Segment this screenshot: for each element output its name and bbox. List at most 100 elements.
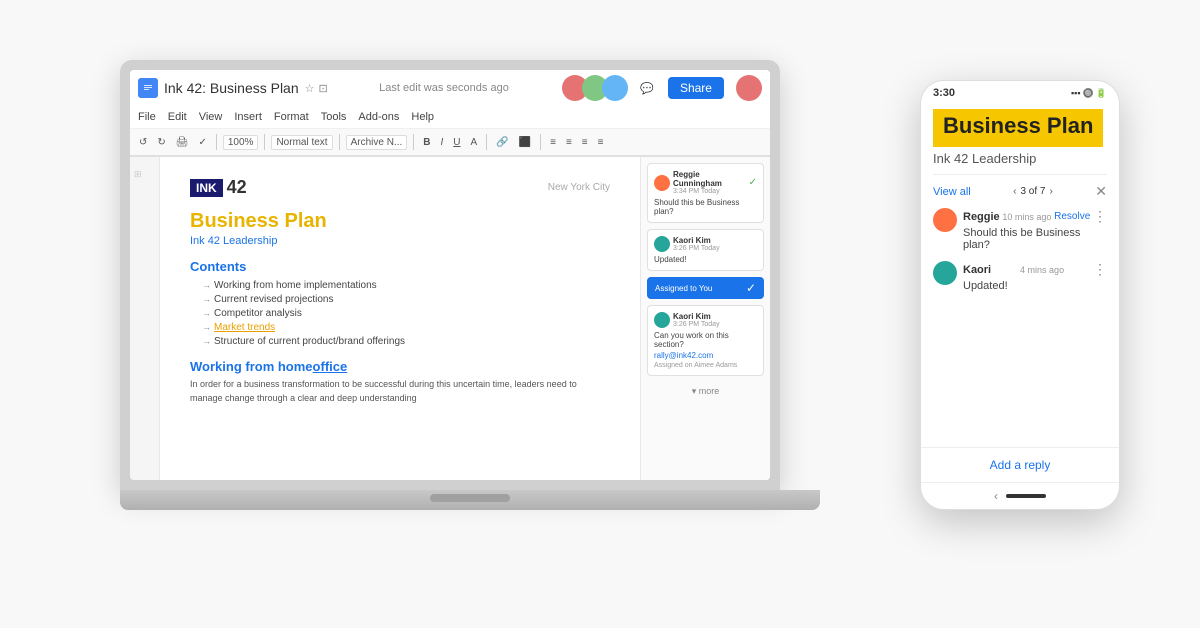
comment-author-1: Reggie Cunningham (673, 170, 746, 188)
redo-btn[interactable]: ↻ (154, 136, 168, 149)
doc-page[interactable]: INK 42 New York City Business Plan Ink 4… (160, 157, 640, 480)
battery-icon: 🔋 (1096, 88, 1107, 99)
phone-comment-text-1: Should this be Business plan? (963, 227, 1107, 251)
menu-addons[interactable]: Add-ons (358, 111, 399, 123)
phone-reply-btn[interactable]: Add a reply (990, 458, 1051, 472)
laptop-screen-border: Ink 42: Business Plan ☆ ⊡ Last edit was … (120, 60, 780, 490)
doc-body-text: In order for a business transformation t… (190, 378, 610, 405)
menu-file[interactable]: File (138, 111, 156, 123)
nav-next-icon[interactable]: › (1050, 186, 1053, 197)
separator-2 (264, 134, 265, 150)
phone-status-bar: 3:30 ▪▪▪ 🔘 🔋 (921, 81, 1119, 101)
laptop: Ink 42: Business Plan ☆ ⊡ Last edit was … (120, 60, 820, 550)
laptop-base (120, 490, 820, 510)
move-icon[interactable]: ⊡ (319, 82, 328, 95)
image-btn[interactable]: ⬛ (516, 136, 534, 149)
assigned-comment-avatar (654, 312, 670, 328)
nav-prev-icon[interactable]: ‹ (1013, 186, 1016, 197)
signal-icon: ▪▪▪ (1071, 88, 1081, 98)
underline-btn[interactable]: U (450, 136, 463, 149)
ink-city: New York City (548, 182, 610, 193)
color-btn[interactable]: A (468, 136, 481, 149)
doc-subtitle: Ink 42 Leadership (190, 235, 610, 247)
comment-avatar-2 (654, 236, 670, 252)
google-docs-icon (138, 78, 158, 98)
print-btn[interactable]: 🖨 (173, 136, 192, 149)
assigned-comment-time: 3:26 PM Today (673, 321, 720, 328)
style-select[interactable]: Normal text (271, 135, 332, 150)
phone-view-all[interactable]: View all (933, 186, 971, 198)
docs-menu-bar: File Edit View Insert Format Tools Add-o… (130, 106, 770, 128)
undo-btn[interactable]: ↺ (136, 136, 150, 149)
menu-help[interactable]: Help (411, 111, 434, 123)
menu-tools[interactable]: Tools (321, 111, 347, 123)
phone-time: 3:30 (933, 87, 955, 99)
ink-logo: INK 42 New York City (190, 177, 610, 198)
phone: 3:30 ▪▪▪ 🔘 🔋 Business Plan Ink 42 Leader… (920, 80, 1120, 510)
phone-comment-author-1: Reggie (963, 211, 1000, 223)
menu-edit[interactable]: Edit (168, 111, 187, 123)
align-right-btn[interactable]: ≡ (579, 136, 591, 149)
menu-insert[interactable]: Insert (234, 111, 262, 123)
justify-btn[interactable]: ≡ (595, 136, 607, 149)
font-select[interactable]: Archive N... (346, 135, 408, 150)
doc-sidebar: ⊞ (130, 157, 160, 480)
list-item: Working from home implementations (202, 280, 610, 291)
phone-comment-author-2: Kaori (963, 264, 991, 276)
menu-view[interactable]: View (199, 111, 223, 123)
comment-header-2: Kaori Kim 3:26 PM Today (654, 236, 757, 252)
phone-comment-header-2: Kaori 4 mins ago ⋮ (963, 261, 1107, 278)
align-left-btn[interactable]: ≡ (547, 136, 559, 149)
phone-comment-menu-1[interactable]: ⋮ (1093, 208, 1107, 225)
phone-doc-subtitle: Ink 42 Leadership (933, 151, 1107, 166)
separator-1 (216, 134, 217, 150)
ink-badge: INK (190, 179, 223, 197)
phone-nav-count: 3 of 7 (1020, 186, 1045, 197)
docs-format-bar: ↺ ↻ 🖨 ✓ 100% Normal text Archive N... B … (130, 128, 770, 156)
user-avatar (736, 75, 762, 101)
menu-format[interactable]: Format (274, 111, 309, 123)
share-button[interactable]: Share (668, 77, 724, 99)
phone-comment-2: Kaori 4 mins ago ⋮ Updated! (933, 261, 1107, 292)
title-actions: ☆ ⊡ (305, 82, 328, 95)
list-item: Current revised projections (202, 294, 610, 305)
bold-btn[interactable]: B (420, 136, 433, 149)
star-icon[interactable]: ☆ (305, 82, 315, 95)
spellcheck-btn[interactable]: ✓ (195, 136, 209, 149)
doc-comments-panel: Reggie Cunningham 3:34 PM Today ✓ Should… (640, 157, 770, 480)
phone-back-arrow[interactable]: ‹ (994, 489, 998, 503)
assigned-comment-card: Kaori Kim 3:26 PM Today Can you work on … (647, 305, 764, 376)
last-edit-text: Last edit was seconds ago (379, 82, 509, 94)
phone-bottom-bar: ‹ (921, 482, 1119, 509)
sidebar-icon: ⊞ (130, 165, 159, 184)
assigned-comment-link[interactable]: rally@ink42.com (654, 351, 757, 360)
avatar-3 (602, 75, 628, 101)
align-center-btn[interactable]: ≡ (563, 136, 575, 149)
comment-icon[interactable]: 💬 (640, 82, 654, 95)
comment-text-1: Should this be Business plan? (654, 198, 757, 216)
link-btn[interactable]: 🔗 (493, 136, 511, 149)
phone-comment-text-2: Updated! (963, 280, 1107, 292)
docs-title-bar: Ink 42: Business Plan ☆ ⊡ Last edit was … (130, 70, 770, 106)
assigned-comment-assignee: Assigned on Aimee Adams (654, 362, 757, 369)
phone-comment-time-1: 10 mins ago (1002, 212, 1051, 222)
phone-status-icons: ▪▪▪ 🔘 🔋 (1071, 88, 1107, 99)
italic-btn[interactable]: I (438, 136, 447, 149)
phone-resolve-btn-1[interactable]: Resolve (1054, 211, 1090, 222)
assigned-comment-header: Kaori Kim 3:26 PM Today (654, 312, 757, 328)
comment-check-1: ✓ (749, 177, 757, 188)
contents-heading: Contents (190, 259, 610, 274)
separator-4 (413, 134, 414, 150)
zoom-select[interactable]: 100% (223, 135, 259, 150)
phone-comment-body-2: Kaori 4 mins ago ⋮ Updated! (963, 261, 1107, 292)
phone-home-indicator[interactable] (1006, 494, 1046, 498)
phone-comment-body-1: Reggie 10 mins ago Resolve ⋮ Should this… (963, 208, 1107, 251)
separator-5 (486, 134, 487, 150)
collaborator-avatars (560, 75, 628, 101)
phone-doc-header: Business Plan Ink 42 Leadership (921, 101, 1119, 174)
phone-close-btn[interactable]: ✕ (1095, 183, 1107, 200)
assigned-text: Assigned to You (655, 284, 712, 293)
phone-comment-menu-2[interactable]: ⋮ (1093, 261, 1107, 278)
more-comments-indicator: ▾ more (647, 382, 764, 397)
phone-doc-title: Business Plan (939, 111, 1097, 141)
